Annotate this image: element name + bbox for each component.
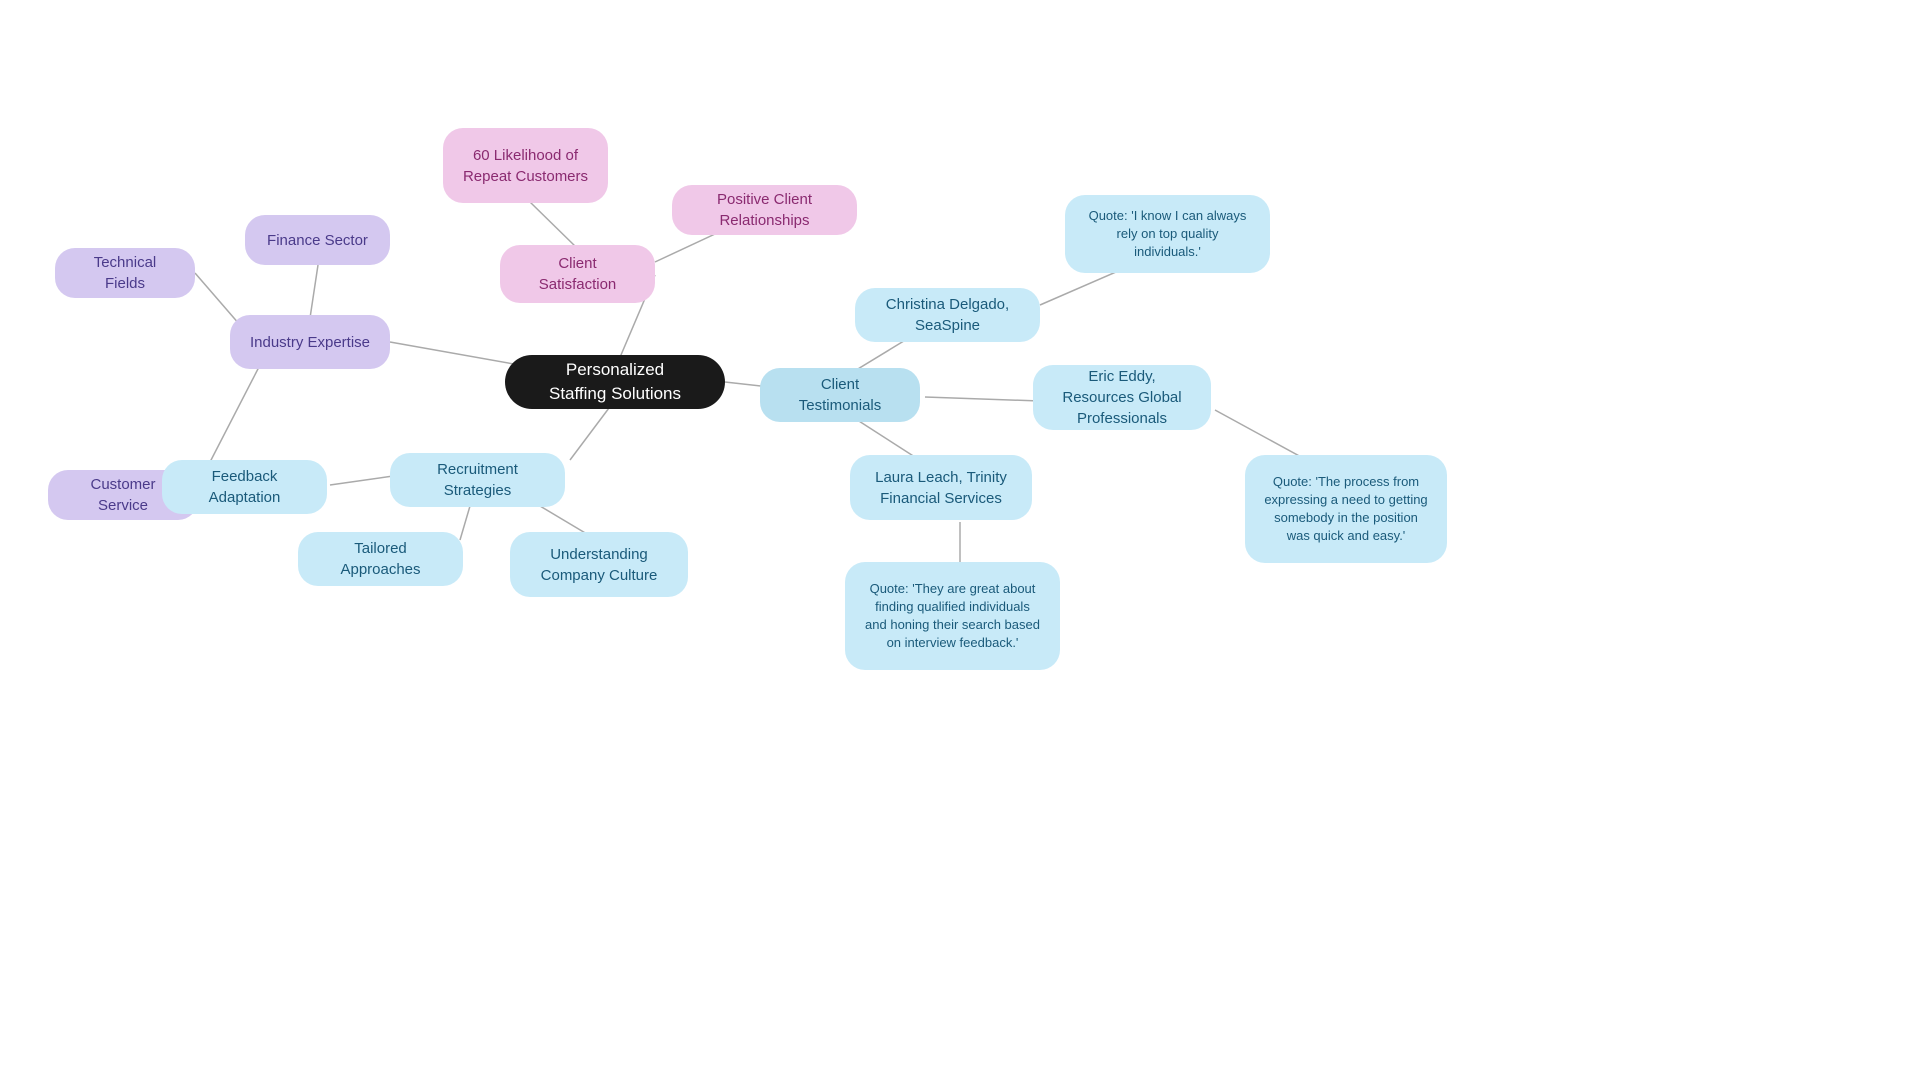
laura-leach-node: Laura Leach, Trinity Financial Services [850, 455, 1032, 520]
technical-fields-node: Technical Fields [55, 248, 195, 298]
laura-leach-label: Laura Leach, Trinity Financial Services [868, 467, 1014, 509]
industry-expertise-node: Industry Expertise [230, 315, 390, 369]
client-testimonials-node: Client Testimonials [760, 368, 920, 422]
connections-svg [0, 0, 1920, 1083]
quote-eric-label: Quote: 'The process from expressing a ne… [1263, 473, 1429, 546]
center-label: Personalized Staffing Solutions [537, 358, 693, 406]
quote-eric-node: Quote: 'The process from expressing a ne… [1245, 455, 1447, 563]
quote-christina-label: Quote: 'I know I can always rely on top … [1083, 207, 1252, 262]
client-satisfaction-node: Client Satisfaction [500, 245, 655, 303]
understanding-culture-node: Understanding Company Culture [510, 532, 688, 597]
tailored-approaches-node: Tailored Approaches [298, 532, 463, 586]
mindmap-container: Personalized Staffing Solutions Industry… [0, 0, 1920, 1083]
tailored-approaches-label: Tailored Approaches [316, 538, 445, 580]
center-node: Personalized Staffing Solutions [505, 355, 725, 409]
christina-delgado-label: Christina Delgado, SeaSpine [873, 294, 1022, 336]
feedback-adaptation-label: Feedback Adaptation [180, 466, 309, 508]
quote-laura-node: Quote: 'They are great about finding qua… [845, 562, 1060, 670]
quote-christina-node: Quote: 'I know I can always rely on top … [1065, 195, 1270, 273]
technical-fields-label: Technical Fields [73, 252, 177, 294]
recruitment-strategies-node: Recruitment Strategies [390, 453, 565, 507]
industry-expertise-label: Industry Expertise [250, 332, 370, 353]
likelihood-label: 60 Likelihood of Repeat Customers [461, 145, 590, 187]
christina-delgado-node: Christina Delgado, SeaSpine [855, 288, 1040, 342]
positive-relations-label: Positive Client Relationships [690, 189, 839, 231]
understanding-culture-label: Understanding Company Culture [528, 544, 670, 586]
positive-relations-node: Positive Client Relationships [672, 185, 857, 235]
client-testimonials-label: Client Testimonials [778, 374, 902, 416]
client-satisfaction-label: Client Satisfaction [518, 253, 637, 295]
finance-sector-label: Finance Sector [267, 230, 368, 251]
finance-sector-node: Finance Sector [245, 215, 390, 265]
recruitment-strategies-label: Recruitment Strategies [408, 459, 547, 501]
quote-laura-label: Quote: 'They are great about finding qua… [863, 580, 1042, 653]
feedback-adaptation-node: Feedback Adaptation [162, 460, 327, 514]
eric-eddy-label: Eric Eddy, Resources Global Professional… [1051, 366, 1193, 429]
eric-eddy-node: Eric Eddy, Resources Global Professional… [1033, 365, 1211, 430]
likelihood-node: 60 Likelihood of Repeat Customers [443, 128, 608, 203]
